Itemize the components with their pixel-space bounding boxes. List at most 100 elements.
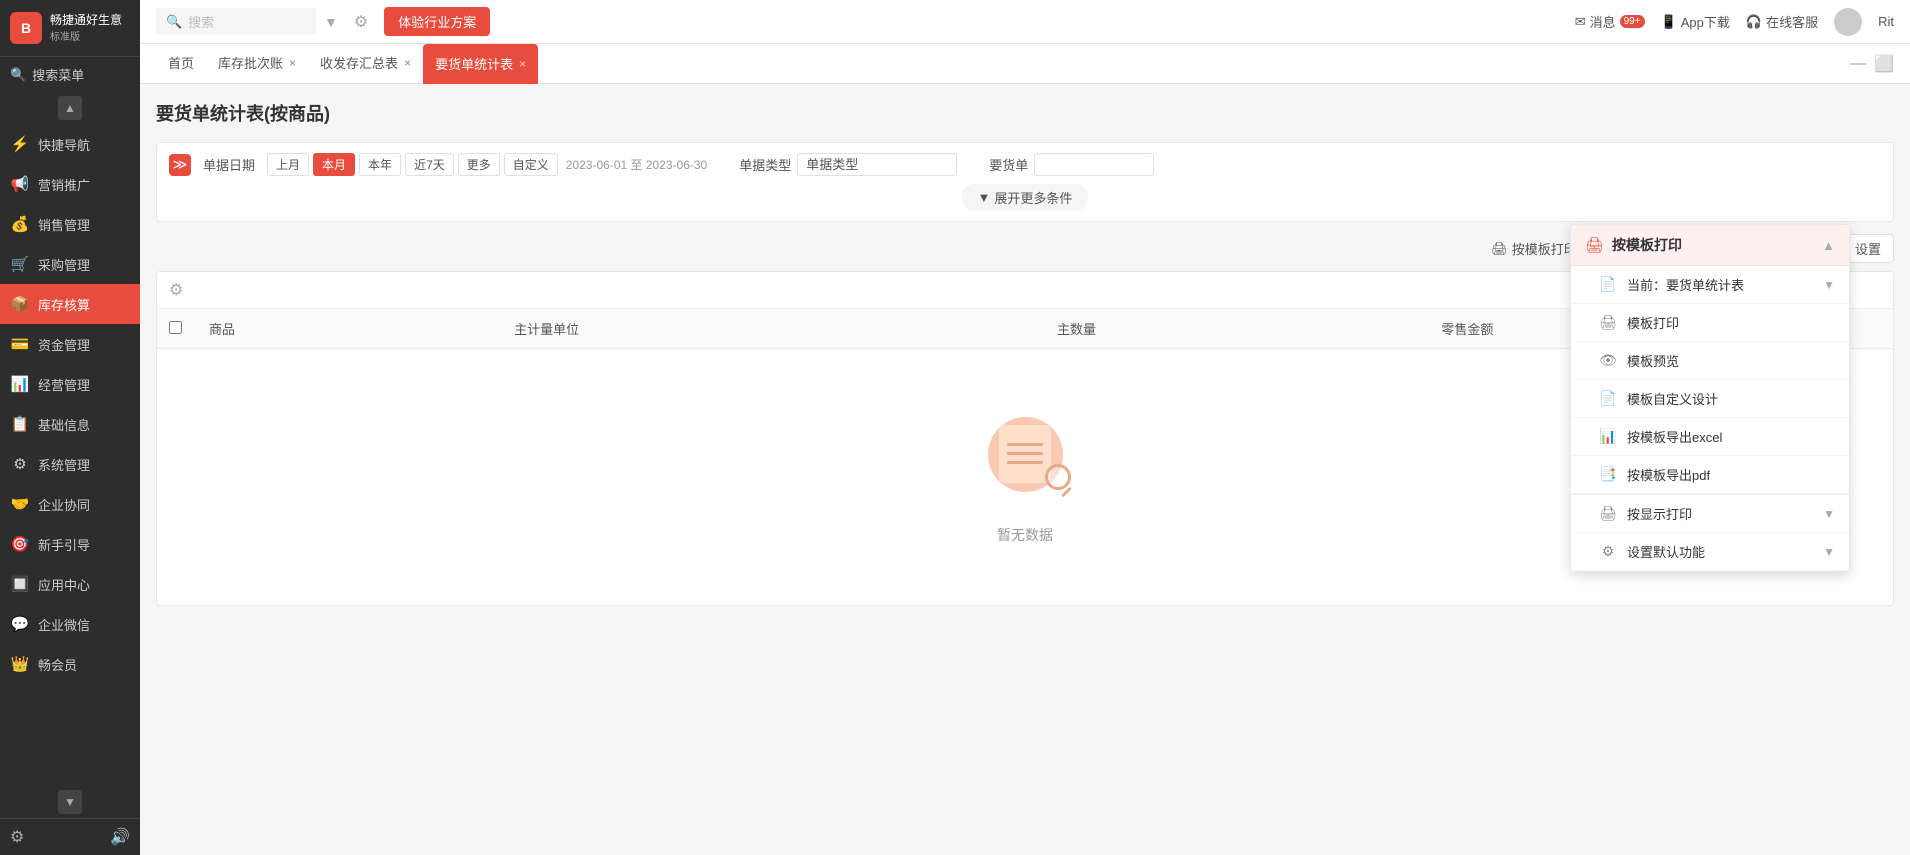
tab-batch-account[interactable]: 库存批次账 × bbox=[206, 44, 308, 84]
sidebar-item-label: 营销推广 bbox=[38, 175, 90, 194]
date-btn-more[interactable]: 更多 bbox=[458, 153, 500, 176]
date-btn-last7[interactable]: 近7天 bbox=[405, 153, 454, 176]
date-btn-current-year[interactable]: 本年 bbox=[359, 153, 401, 176]
sidebar-item-label: 经营管理 bbox=[38, 375, 90, 394]
online-service-action[interactable]: 🎧 在线客服 bbox=[1746, 12, 1818, 31]
topbar-actions: ✉ 消息 99+ 📱 App下载 🎧 在线客服 Rit bbox=[1575, 8, 1894, 36]
sidebar-item-guide[interactable]: 🎯 新手引导 bbox=[0, 524, 140, 564]
order-item-select[interactable] bbox=[1034, 153, 1154, 176]
dropdown-template-design[interactable]: 📄 模板自定义设计 bbox=[1571, 380, 1849, 418]
vip-icon: 👑 bbox=[10, 654, 30, 674]
empty-illustration bbox=[975, 409, 1075, 509]
dropdown-default-func[interactable]: ⚙ 设置默认功能 ▼ bbox=[1571, 533, 1849, 571]
expand-more-button[interactable]: ▼ 展开更多条件 bbox=[962, 184, 1089, 211]
message-badge: 99+ bbox=[1620, 15, 1645, 28]
topbar-dropdown-arrow[interactable]: ▼ bbox=[324, 14, 338, 30]
sidebar-item-app-center[interactable]: 🔲 应用中心 bbox=[0, 564, 140, 604]
sidebar-item-system[interactable]: ⚙ 系统管理 bbox=[0, 444, 140, 484]
sidebar-item-label: 采购管理 bbox=[38, 255, 90, 274]
dropdown-display-print[interactable]: 🖨 按显示打印 ▼ bbox=[1571, 495, 1849, 533]
sidebar-item-vip[interactable]: 👑 畅会员 bbox=[0, 644, 140, 684]
date-btn-prev-month[interactable]: 上月 bbox=[267, 153, 309, 176]
default-func-icon: ⚙ bbox=[1599, 543, 1617, 560]
topbar-search-icon: 🔍 bbox=[166, 14, 182, 30]
table-settings-icon[interactable]: ⚙ bbox=[169, 280, 183, 300]
sidebar-item-finance[interactable]: 💳 资金管理 bbox=[0, 324, 140, 364]
dropdown-collapse-icon[interactable]: ▲ bbox=[1822, 238, 1835, 253]
export-excel-icon: 📊 bbox=[1599, 428, 1617, 445]
topbar-search[interactable]: 🔍 搜索 bbox=[156, 8, 316, 35]
dropdown-header-left: 🖨 按模板打印 bbox=[1585, 235, 1682, 255]
exp-button[interactable]: 体验行业方案 bbox=[384, 7, 490, 36]
tab-order-stats-close[interactable]: × bbox=[519, 57, 526, 71]
sidebar-item-wechat[interactable]: 💬 企业微信 bbox=[0, 604, 140, 644]
topbar-gear-icon[interactable]: ⚙ bbox=[354, 12, 368, 32]
tab-receivable[interactable]: 收发存汇总表 × bbox=[308, 44, 423, 84]
dropdown-export-excel[interactable]: 📊 按模板导出excel bbox=[1571, 418, 1849, 456]
select-all-checkbox[interactable] bbox=[169, 321, 182, 334]
scroll-up-button[interactable]: ▲ bbox=[58, 96, 82, 120]
template-preview-icon: 👁 bbox=[1599, 352, 1617, 369]
order-item-filter: 要货单 bbox=[989, 153, 1154, 176]
col-checkbox[interactable] bbox=[157, 309, 197, 349]
current-template-arrow: ▼ bbox=[1823, 278, 1835, 292]
dropdown-print-icon: 🖨 bbox=[1585, 236, 1604, 254]
settings-bottom-icon[interactable]: ⚙ bbox=[10, 827, 24, 847]
user-avatar[interactable] bbox=[1834, 8, 1862, 36]
scroll-down-button[interactable]: ▼ bbox=[58, 790, 82, 814]
col-product: 商品 bbox=[197, 309, 502, 349]
enterprise-icon: 🤝 bbox=[10, 494, 30, 514]
topbar: 🔍 搜索 ▼ ⚙ 体验行业方案 ✉ 消息 99+ 📱 App下载 🎧 在线客服 … bbox=[140, 0, 1910, 44]
topbar-search-placeholder: 搜索 bbox=[188, 12, 214, 31]
tab-home[interactable]: 首页 bbox=[156, 44, 206, 84]
date-btn-current-month[interactable]: 本月 bbox=[313, 153, 355, 176]
message-action[interactable]: ✉ 消息 99+ bbox=[1575, 12, 1645, 31]
sidebar-scroll-down[interactable]: ▼ bbox=[0, 786, 140, 818]
default-func-arrow: ▼ bbox=[1823, 545, 1835, 559]
tab-batch-account-close[interactable]: × bbox=[289, 56, 296, 70]
sidebar-item-basic[interactable]: 📋 基础信息 bbox=[0, 404, 140, 444]
filter-expand-row: ▼ 展开更多条件 bbox=[169, 184, 1881, 211]
date-range-text: 2023-06-01 至 2023-06-30 bbox=[566, 156, 707, 173]
tabs-bar: 首页 库存批次账 × 收发存汇总表 × 要货单统计表 × — ⬜ bbox=[140, 44, 1910, 84]
sidebar-item-quick-nav[interactable]: ⚡ 快捷导航 bbox=[0, 124, 140, 164]
default-func-label: 设置默认功能 bbox=[1627, 542, 1813, 561]
sidebar-item-enterprise[interactable]: 🤝 企业协同 bbox=[0, 484, 140, 524]
date-btn-custom[interactable]: 自定义 bbox=[504, 153, 558, 176]
sidebar-item-marketing[interactable]: 📢 营销推广 bbox=[0, 164, 140, 204]
date-filter-label: 单据日期 bbox=[203, 155, 255, 174]
sidebar-search-label: 搜索菜单 bbox=[32, 65, 84, 84]
sidebar-nav: ⚡ 快捷导航 📢 营销推广 💰 销售管理 🛒 采购管理 📦 库存核算 💳 资金管… bbox=[0, 124, 140, 786]
online-service-icon: 🎧 bbox=[1746, 14, 1762, 30]
filter-expand-button[interactable]: ≫ bbox=[169, 154, 191, 176]
sidebar-item-label: 基础信息 bbox=[38, 415, 90, 434]
sidebar-item-label: 系统管理 bbox=[38, 455, 90, 474]
speaker-icon[interactable]: 🔊 bbox=[110, 827, 130, 847]
doc-type-label: 单据类型 bbox=[739, 155, 791, 174]
sidebar-item-inventory[interactable]: 📦 库存核算 bbox=[0, 284, 140, 324]
tab-order-stats[interactable]: 要货单统计表 × bbox=[423, 44, 538, 84]
sidebar-scroll-up[interactable]: ▲ bbox=[0, 92, 140, 124]
page-content: 要货单统计表(按商品) ≫ 单据日期 上月 本月 本年 近7天 更多 自定义 2… bbox=[140, 84, 1910, 855]
window-maximize-button[interactable]: ⬜ bbox=[1874, 54, 1894, 74]
dropdown-template-preview[interactable]: 👁 模板预览 bbox=[1571, 342, 1849, 380]
doc-type-select[interactable]: 单据类型 bbox=[797, 153, 957, 176]
dropdown-header[interactable]: 🖨 按模板打印 ▲ bbox=[1571, 225, 1849, 266]
sidebar-item-sales[interactable]: 💰 销售管理 bbox=[0, 204, 140, 244]
window-minimize-button[interactable]: — bbox=[1850, 55, 1866, 73]
sidebar: B 畅捷通好生意 标准版 🔍 搜索菜单 ▲ ⚡ 快捷导航 📢 营销推广 💰 销售… bbox=[0, 0, 140, 855]
sidebar-item-purchase[interactable]: 🛒 采购管理 bbox=[0, 244, 140, 284]
filter-bar: ≫ 单据日期 上月 本月 本年 近7天 更多 自定义 2023-06-01 至 … bbox=[156, 142, 1894, 222]
template-design-label: 模板自定义设计 bbox=[1627, 389, 1835, 408]
tab-receivable-close[interactable]: × bbox=[404, 56, 411, 70]
sidebar-item-label: 销售管理 bbox=[38, 215, 90, 234]
dropdown-template-print[interactable]: 🖨 模板打印 bbox=[1571, 304, 1849, 342]
logo-icon: B bbox=[10, 12, 42, 44]
guide-icon: 🎯 bbox=[10, 534, 30, 554]
purchase-icon: 🛒 bbox=[10, 254, 30, 274]
sidebar-search[interactable]: 🔍 搜索菜单 bbox=[0, 57, 140, 92]
dropdown-current-template[interactable]: 📄 当前：要货单统计表 ▼ bbox=[1571, 266, 1849, 304]
dropdown-export-pdf[interactable]: 📑 按模板导出pdf bbox=[1571, 456, 1849, 494]
sidebar-item-operations[interactable]: 📊 经营管理 bbox=[0, 364, 140, 404]
app-download-action[interactable]: 📱 App下载 bbox=[1661, 12, 1730, 31]
